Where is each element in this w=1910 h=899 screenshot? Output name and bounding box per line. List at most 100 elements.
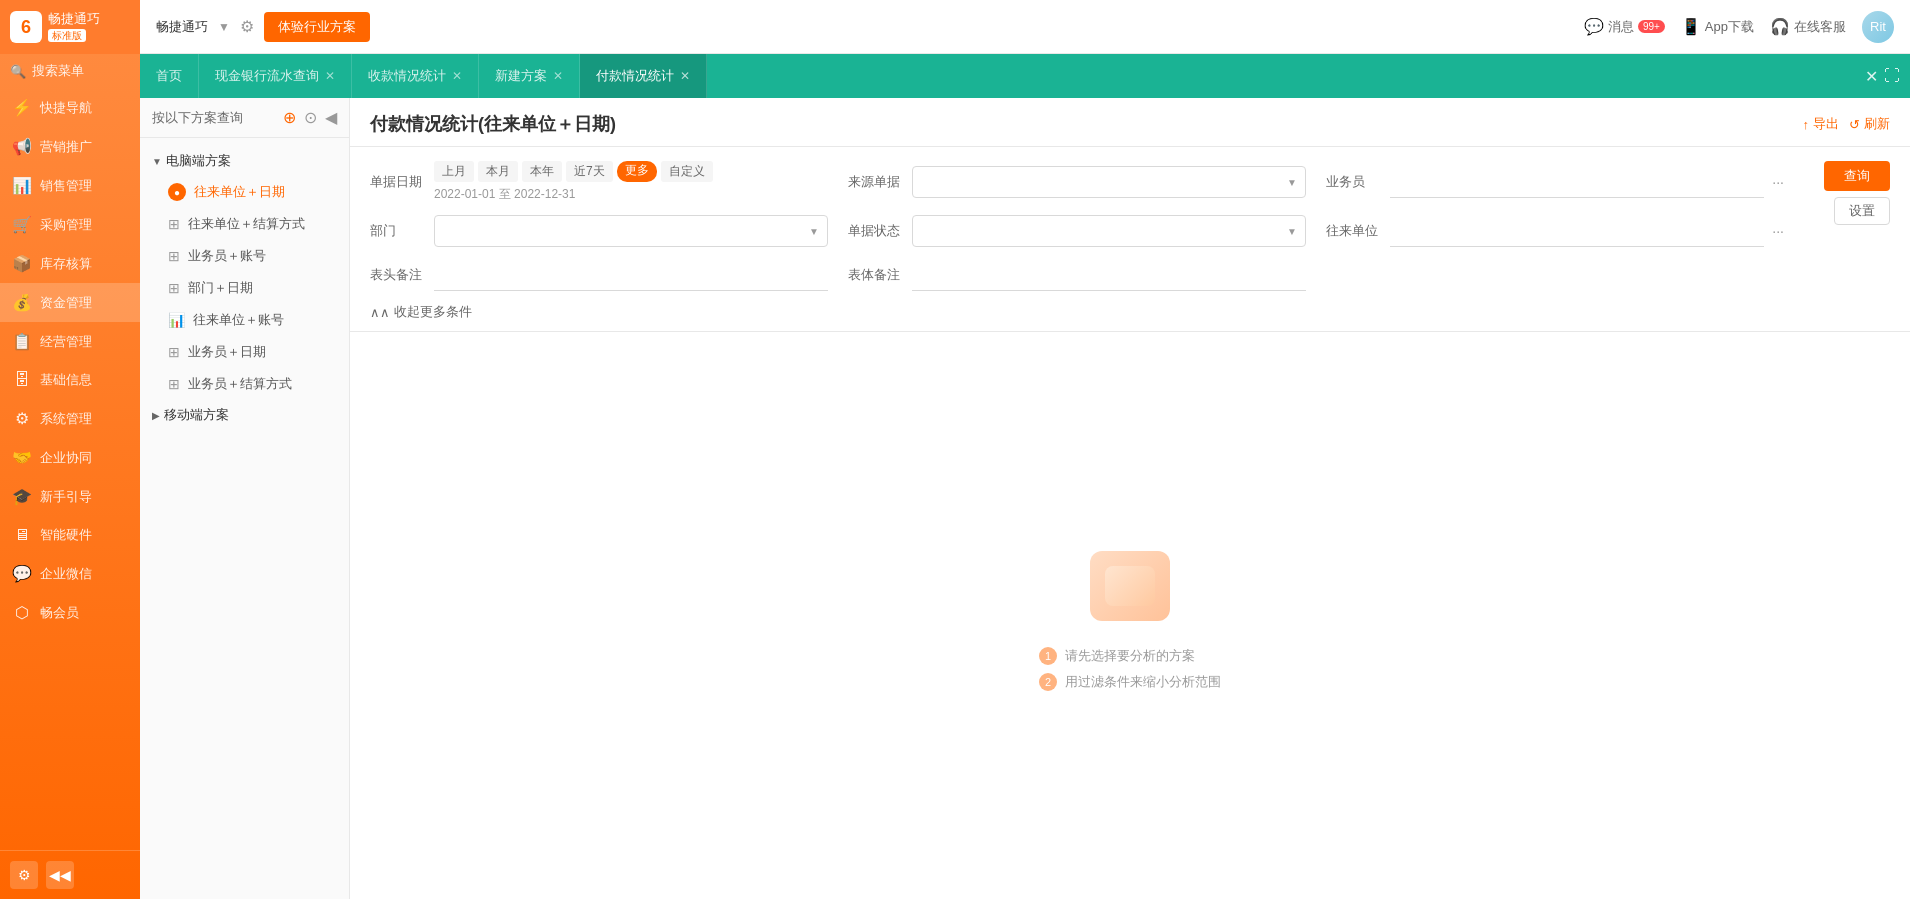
tab-bank-flow[interactable]: 现金银行流水查询 ✕ (199, 54, 352, 98)
left-panel: 按以下方案查询 ⊕ ⊙ ◀ ▼ 电脑端方案 ● 往来单位＋日期 ⊞ 往来单位＋结… (140, 98, 350, 899)
sidebar-item-capital[interactable]: 💰 资金管理 (0, 283, 140, 322)
topbar-right: 💬 消息 99+ 📱 App下载 🎧 在线客服 Rit (1584, 11, 1894, 43)
search-icon: 🔍 (10, 64, 26, 79)
logo-icon: 6 (10, 11, 42, 43)
sidebar-item-basic-info[interactable]: 🗄 基础信息 (0, 361, 140, 399)
sidebar-item-member[interactable]: ⬡ 畅会员 (0, 593, 140, 632)
date-preset-this-month[interactable]: 本月 (478, 161, 518, 182)
scheme-item-2[interactable]: ⊞ 业务员＋账号 (140, 240, 349, 272)
sidebar-footer: ⚙ ◀◀ (0, 850, 140, 899)
page-title: 付款情况统计(往来单位＋日期) (370, 112, 1803, 136)
header-note-input[interactable] (434, 259, 828, 291)
sidebar-item-label: 畅会员 (40, 604, 79, 622)
collapse-sidebar-btn[interactable]: ◀◀ (46, 861, 74, 889)
dept-select[interactable]: ▼ (434, 215, 828, 247)
tab-receipt-stats-close[interactable]: ✕ (452, 69, 462, 83)
body-note-filter-row: 表体备注 (848, 259, 1306, 291)
salesperson-input[interactable] (1390, 166, 1764, 198)
sidebar-item-inventory[interactable]: 📦 库存核算 (0, 244, 140, 283)
app-download-btn[interactable]: 📱 App下载 (1681, 17, 1754, 36)
scheme-item-0[interactable]: ● 往来单位＋日期 (140, 176, 349, 208)
tab-payment-stats[interactable]: 付款情况统计 ✕ (580, 54, 707, 98)
notification-btn[interactable]: 💬 消息 99+ (1584, 17, 1665, 36)
tab-payment-stats-close[interactable]: ✕ (680, 69, 690, 83)
sidebar-item-label: 智能硬件 (40, 526, 92, 544)
sales-icon: 📊 (12, 176, 32, 195)
scheme-item-4[interactable]: 📊 往来单位＋账号 (140, 304, 349, 336)
date-preset-last-month[interactable]: 上月 (434, 161, 474, 182)
scheme-item-label: 业务员＋日期 (188, 343, 266, 361)
collapse-panel-icon[interactable]: ◀ (325, 108, 337, 127)
refresh-btn[interactable]: ↺ 刷新 (1849, 115, 1890, 133)
sidebar-item-wechat[interactable]: 💬 企业微信 (0, 554, 140, 593)
scheme-icon: ⊞ (168, 280, 180, 296)
page-header: 付款情况统计(往来单位＋日期) ↑ 导出 ↺ 刷新 (350, 98, 1910, 147)
scheme-item-1[interactable]: ⊞ 往来单位＋结算方式 (140, 208, 349, 240)
desktop-scheme-group[interactable]: ▼ 电脑端方案 (140, 146, 349, 176)
query-button[interactable]: 查询 (1824, 161, 1890, 191)
topbar-dropdown-icon[interactable]: ▼ (218, 20, 230, 34)
scheme-item-3[interactable]: ⊞ 部门＋日期 (140, 272, 349, 304)
sidebar-item-quick-nav[interactable]: ⚡ 快捷导航 (0, 88, 140, 127)
source-doc-select[interactable]: ▼ (912, 166, 1306, 198)
sidebar-item-operations[interactable]: 📋 经营管理 (0, 322, 140, 361)
app-icon: 📱 (1681, 17, 1701, 36)
scheme-item-6[interactable]: ⊞ 业务员＋结算方式 (140, 368, 349, 400)
user-avatar[interactable]: Rit (1862, 11, 1894, 43)
sidebar-item-cooperation[interactable]: 🤝 企业协同 (0, 438, 140, 477)
tab-new-scheme[interactable]: 新建方案 ✕ (479, 54, 580, 98)
sidebar-search[interactable]: 🔍 搜索菜单 (0, 54, 140, 88)
tabbar: 首页 现金银行流水查询 ✕ 收款情况统计 ✕ 新建方案 ✕ 付款情况统计 ✕ ✕… (140, 54, 1910, 98)
sidebar-item-hardware[interactable]: 🖥 智能硬件 (0, 516, 140, 554)
tab-home[interactable]: 首页 (140, 54, 199, 98)
body-note-input[interactable] (912, 259, 1306, 291)
settings-scheme-icon[interactable]: ⊙ (304, 108, 317, 127)
salesperson-filter-row: 业务员 ··· (1326, 161, 1784, 203)
dept-select-arrow: ▼ (809, 226, 819, 237)
date-preset-this-year[interactable]: 本年 (522, 161, 562, 182)
collapse-conditions-btn[interactable]: ∧∧ 收起更多条件 (370, 303, 1784, 321)
partner-input[interactable] (1390, 215, 1764, 247)
sidebar-item-guide[interactable]: 🎓 新手引导 (0, 477, 140, 516)
notification-badge: 99+ (1638, 20, 1665, 33)
sidebar-item-label: 系统管理 (40, 410, 92, 428)
date-range-text: 2022-01-01 至 2022-12-31 (434, 186, 828, 203)
sidebar-item-label: 资金管理 (40, 294, 92, 312)
sidebar-item-sales[interactable]: 📊 销售管理 (0, 166, 140, 205)
date-preset-custom[interactable]: 自定义 (661, 161, 713, 182)
customer-service-btn[interactable]: 🎧 在线客服 (1770, 17, 1846, 36)
service-label: 在线客服 (1794, 18, 1846, 36)
empty-text: 1 请先选择要分析的方案 2 用过滤条件来缩小分析范围 (1039, 647, 1221, 691)
date-preset-more[interactable]: 更多 (617, 161, 657, 182)
scheme-header-label: 按以下方案查询 (152, 109, 275, 127)
tab-bank-flow-close[interactable]: ✕ (325, 69, 335, 83)
trial-button[interactable]: 体验行业方案 (264, 12, 370, 42)
settings-footer-btn[interactable]: ⚙ (10, 861, 38, 889)
active-scheme-dot: ● (168, 183, 186, 201)
mobile-scheme-group[interactable]: ▶ 移动端方案 (140, 400, 349, 430)
tab-new-scheme-close[interactable]: ✕ (553, 69, 563, 83)
export-btn[interactable]: ↑ 导出 (1803, 115, 1840, 133)
partner-more-btn[interactable]: ··· (1772, 223, 1784, 239)
date-filter-row: 单据日期 上月 本月 本年 近7天 更多 自定义 (370, 161, 828, 203)
purchase-icon: 🛒 (12, 215, 32, 234)
sidebar-logo[interactable]: 6 畅捷通巧 标准版 (0, 0, 140, 54)
date-label: 单据日期 (370, 173, 426, 191)
salesperson-more-btn[interactable]: ··· (1772, 174, 1784, 190)
doc-status-select[interactable]: ▼ (912, 215, 1306, 247)
filter-panel: 付款情况统计(往来单位＋日期) ↑ 导出 ↺ 刷新 (350, 98, 1910, 899)
salesperson-label: 业务员 (1326, 173, 1382, 191)
tab-fullscreen-btn[interactable]: ⛶ (1884, 67, 1900, 85)
tab-close-all-btn[interactable]: ✕ (1865, 67, 1878, 86)
sidebar-item-system[interactable]: ⚙ 系统管理 (0, 399, 140, 438)
date-preset-7days[interactable]: 近7天 (566, 161, 613, 182)
sidebar-nav: ⚡ 快捷导航 📢 营销推广 📊 销售管理 🛒 采购管理 📦 库存核算 💰 资金管… (0, 88, 140, 850)
notification-icon: 💬 (1584, 17, 1604, 36)
add-scheme-icon[interactable]: ⊕ (283, 108, 296, 127)
scheme-item-5[interactable]: ⊞ 业务员＋日期 (140, 336, 349, 368)
tab-receipt-stats[interactable]: 收款情况统计 ✕ (352, 54, 479, 98)
sidebar-item-marketing[interactable]: 📢 营销推广 (0, 127, 140, 166)
topbar-gear-icon[interactable]: ⚙ (240, 17, 254, 36)
sidebar-item-purchase[interactable]: 🛒 采购管理 (0, 205, 140, 244)
settings-button[interactable]: 设置 (1834, 197, 1890, 225)
